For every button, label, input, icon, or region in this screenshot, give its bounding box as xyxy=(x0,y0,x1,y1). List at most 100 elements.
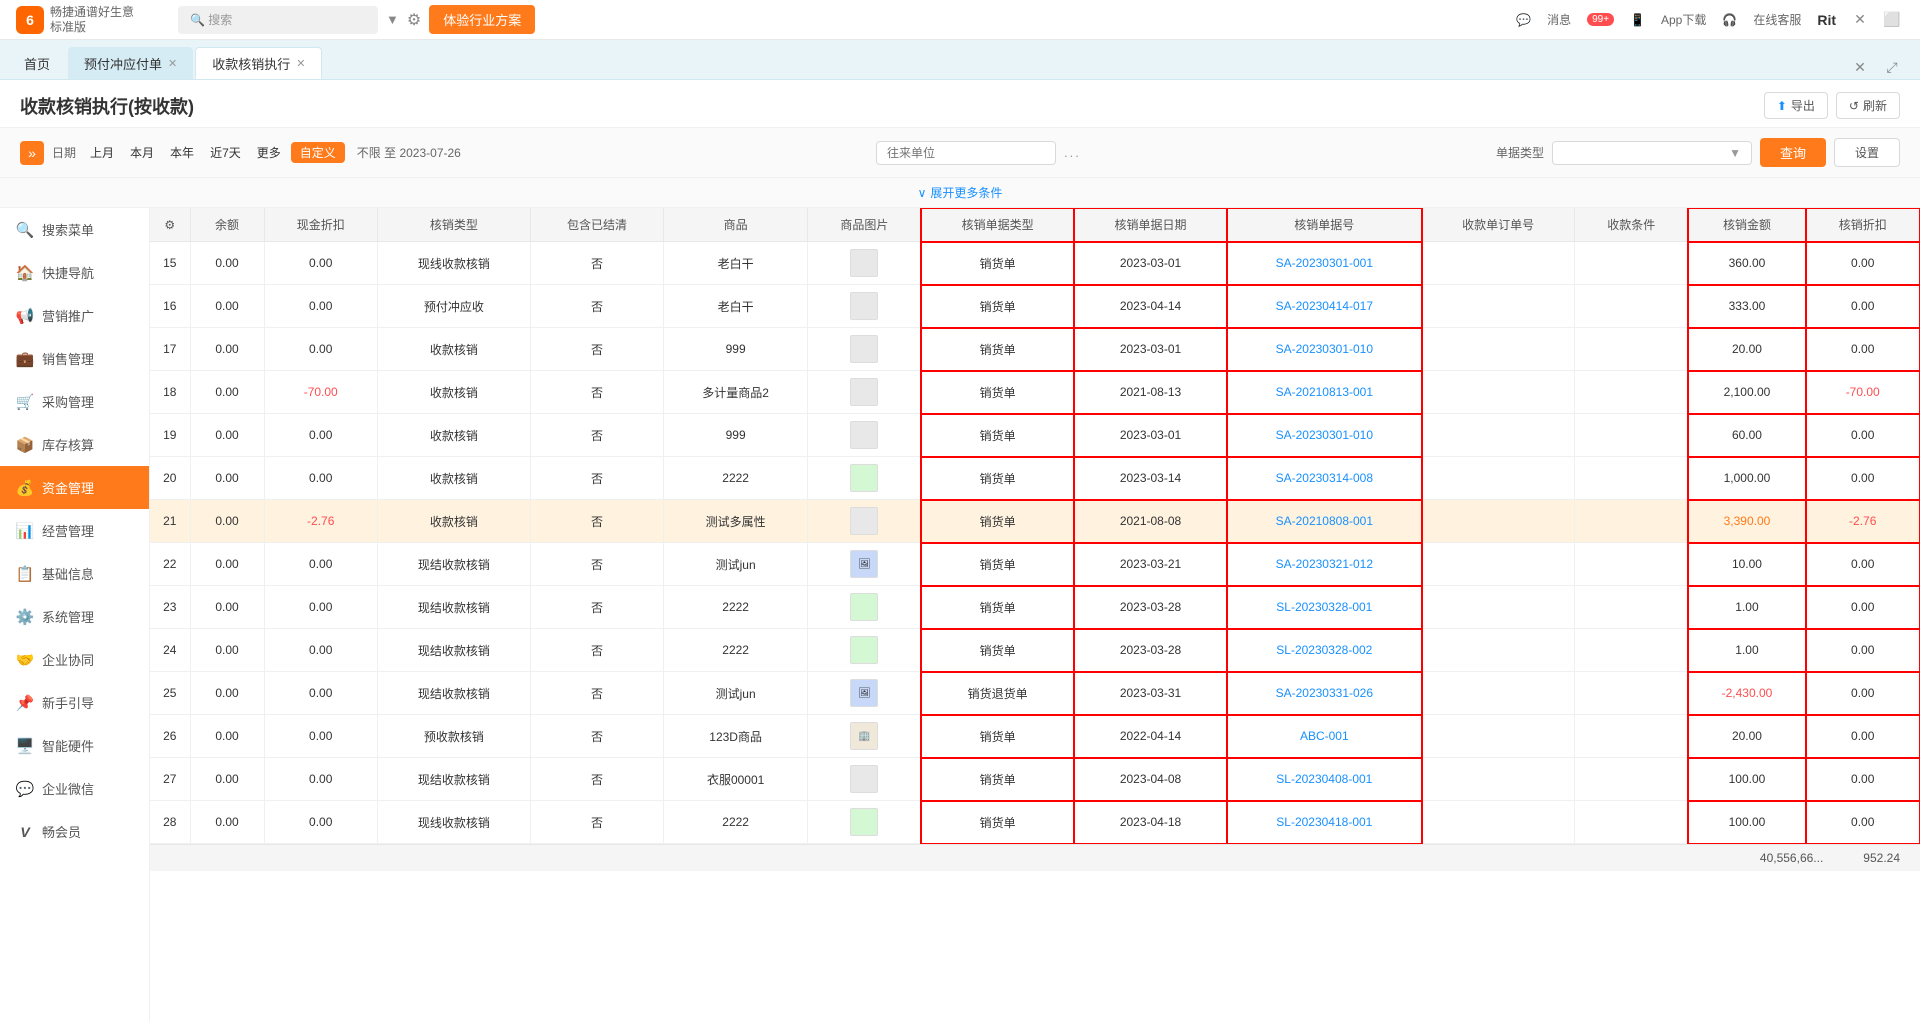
row-bill-no-link[interactable]: SA-20210813-001 xyxy=(1276,385,1373,399)
row-balance: 0.00 xyxy=(190,543,264,586)
tab-prepay[interactable]: 预付冲应付单 ✕ xyxy=(68,47,193,79)
tab-close-icon[interactable]: ✕ xyxy=(1848,55,1872,79)
row-bill-no[interactable]: SA-20210813-001 xyxy=(1227,371,1422,414)
row-cash-discount: 0.00 xyxy=(264,715,377,758)
sidebar-item-finance[interactable]: 💰 资金管理 xyxy=(0,466,149,509)
row-bill-no[interactable]: SA-20230301-010 xyxy=(1227,328,1422,371)
row-bill-date: 2023-04-08 xyxy=(1074,758,1227,801)
sidebar-item-corp[interactable]: 🤝 企业协同 xyxy=(0,638,149,681)
row-bill-no-link[interactable]: SL-20230408-001 xyxy=(1276,772,1372,786)
query-button[interactable]: 查询 xyxy=(1760,138,1826,167)
sidebar-item-hardware[interactable]: 🖥️ 智能硬件 xyxy=(0,724,149,767)
source-unit-dots[interactable]: ... xyxy=(1064,145,1081,160)
export-button[interactable]: ⬆ 导出 xyxy=(1764,92,1828,119)
sidebar-item-guide[interactable]: 📌 新手引导 xyxy=(0,681,149,724)
row-bill-no-link[interactable]: SL-20230328-001 xyxy=(1276,600,1372,614)
row-bill-no-link[interactable]: SL-20230418-001 xyxy=(1276,815,1372,829)
close-icon[interactable]: ✕ xyxy=(1848,8,1872,32)
member-icon: V xyxy=(16,823,34,841)
row-bill-no-link[interactable]: SA-20230331-026 xyxy=(1276,686,1373,700)
sidebar-item-member[interactable]: V 畅会员 xyxy=(0,810,149,853)
row-receipt-condition xyxy=(1575,371,1688,414)
row-bill-no[interactable]: SL-20230328-001 xyxy=(1227,586,1422,629)
filter-toggle-button[interactable]: » xyxy=(20,141,44,165)
bill-type-select[interactable]: ▼ xyxy=(1552,141,1752,165)
row-bill-no-link[interactable]: SA-20210808-001 xyxy=(1276,514,1373,528)
tab-receipt-verify[interactable]: 收款核销执行 ✕ xyxy=(195,47,322,79)
date-this-month[interactable]: 本月 xyxy=(124,142,160,163)
row-bill-no[interactable]: SA-20230301-010 xyxy=(1227,414,1422,457)
row-bill-no-link[interactable]: SA-20230314-008 xyxy=(1276,471,1373,485)
maximize-icon[interactable]: ⬜ xyxy=(1880,8,1904,32)
guide-icon: 📌 xyxy=(16,694,34,712)
row-bill-report-type: 销货单 xyxy=(921,500,1074,543)
row-bill-no-link[interactable]: SL-20230328-002 xyxy=(1276,643,1372,657)
date-more[interactable]: 更多 xyxy=(251,142,287,163)
row-bill-no-link[interactable]: SA-20230301-001 xyxy=(1276,256,1373,270)
sidebar-item-wechat[interactable]: 💬 企业微信 xyxy=(0,767,149,810)
online-service-link[interactable]: 在线客服 xyxy=(1753,11,1801,28)
row-receipt-order-no xyxy=(1422,672,1575,715)
sidebar-item-search-menu[interactable]: 🔍 搜索菜单 xyxy=(0,208,149,251)
tab-expand-icon[interactable]: ⤢ xyxy=(1880,55,1904,79)
table-row: 180.00-70.00收款核销否多计量商品2销货单2021-08-13SA-2… xyxy=(150,371,1920,414)
row-bill-no-link[interactable]: ABC-001 xyxy=(1300,729,1349,743)
sidebar-item-marketing[interactable]: 📢 营销推广 xyxy=(0,294,149,337)
refresh-button[interactable]: ↺ 刷新 xyxy=(1836,92,1900,119)
sidebar-item-system[interactable]: ⚙️ 系统管理 xyxy=(0,595,149,638)
settings-icon[interactable]: ⚙ xyxy=(407,10,421,30)
row-verify-amount: -2,430.00 xyxy=(1688,672,1806,715)
row-bill-no-link[interactable]: SA-20230301-010 xyxy=(1276,342,1373,356)
tab-receipt-verify-close[interactable]: ✕ xyxy=(296,57,305,70)
date-last-month[interactable]: 上月 xyxy=(84,142,120,163)
expand-more-button[interactable]: ∨ 展开更多条件 xyxy=(918,184,1003,201)
sidebar-item-operation[interactable]: 📊 经营管理 xyxy=(0,509,149,552)
row-product: 老白干 xyxy=(664,285,808,328)
row-bill-no[interactable]: SA-20210808-001 xyxy=(1227,500,1422,543)
tab-receipt-verify-label: 收款核销执行 xyxy=(212,54,290,73)
row-verify-discount: 0.00 xyxy=(1806,586,1920,629)
row-bill-no[interactable]: SA-20230321-012 xyxy=(1227,543,1422,586)
header-actions: ⬆ 导出 ↺ 刷新 xyxy=(1764,92,1900,119)
row-has-settled: 否 xyxy=(530,758,663,801)
sidebar-item-basic-info[interactable]: 📋 基础信息 xyxy=(0,552,149,595)
row-bill-no[interactable]: SA-20230314-008 xyxy=(1227,457,1422,500)
row-has-settled: 否 xyxy=(530,715,663,758)
sidebar-item-purchase[interactable]: 🛒 采购管理 xyxy=(0,380,149,423)
row-has-settled: 否 xyxy=(530,629,663,672)
tab-home[interactable]: 首页 xyxy=(8,47,66,79)
date-this-year[interactable]: 本年 xyxy=(164,142,200,163)
logo-text: 畅捷通谱好生意 标准版 xyxy=(50,5,134,34)
row-receipt-order-no xyxy=(1422,715,1575,758)
sidebar-item-sales[interactable]: 💼 销售管理 xyxy=(0,337,149,380)
row-balance: 0.00 xyxy=(190,629,264,672)
row-bill-no-link[interactable]: SA-20230414-017 xyxy=(1276,299,1373,313)
sidebar-item-inventory[interactable]: 📦 库存核算 xyxy=(0,423,149,466)
row-bill-no[interactable]: SA-20230331-026 xyxy=(1227,672,1422,715)
source-unit-input[interactable] xyxy=(876,141,1056,165)
user-name[interactable]: Rit xyxy=(1817,12,1836,28)
row-bill-no[interactable]: SL-20230328-002 xyxy=(1227,629,1422,672)
row-verify-type: 收款核销 xyxy=(377,457,530,500)
row-bill-no-link[interactable]: SA-20230321-012 xyxy=(1276,557,1373,571)
row-bill-no[interactable]: SL-20230408-001 xyxy=(1227,758,1422,801)
table-scroll[interactable]: ⚙ 余额 现金折扣 核销类型 包含已结清 商品 商品图片 核销单据类型 核销单据… xyxy=(150,208,1920,844)
th-settings[interactable]: ⚙ xyxy=(150,208,190,242)
row-bill-no[interactable]: ABC-001 xyxy=(1227,715,1422,758)
tab-prepay-close[interactable]: ✕ xyxy=(168,57,177,70)
row-verify-amount: 1,000.00 xyxy=(1688,457,1806,500)
row-bill-no[interactable]: SA-20230414-017 xyxy=(1227,285,1422,328)
date-last-7days[interactable]: 近7天 xyxy=(204,142,247,163)
wechat-icon: 💬 xyxy=(16,780,34,798)
date-custom-button[interactable]: 自定义 xyxy=(291,142,345,163)
row-bill-no[interactable]: SA-20230301-001 xyxy=(1227,242,1422,285)
app-download-link[interactable]: App下载 xyxy=(1661,11,1706,28)
industry-solution-button[interactable]: 体验行业方案 xyxy=(429,5,535,34)
row-receipt-order-no xyxy=(1422,500,1575,543)
row-bill-no-link[interactable]: SA-20230301-010 xyxy=(1276,428,1373,442)
sidebar-item-quick-nav[interactable]: 🏠 快捷导航 xyxy=(0,251,149,294)
message-label[interactable]: 消息 xyxy=(1547,11,1571,28)
row-bill-no[interactable]: SL-20230418-001 xyxy=(1227,801,1422,844)
top-search-input[interactable]: 🔍 搜索 xyxy=(178,6,378,34)
filter-settings-button[interactable]: 设置 xyxy=(1834,138,1900,167)
